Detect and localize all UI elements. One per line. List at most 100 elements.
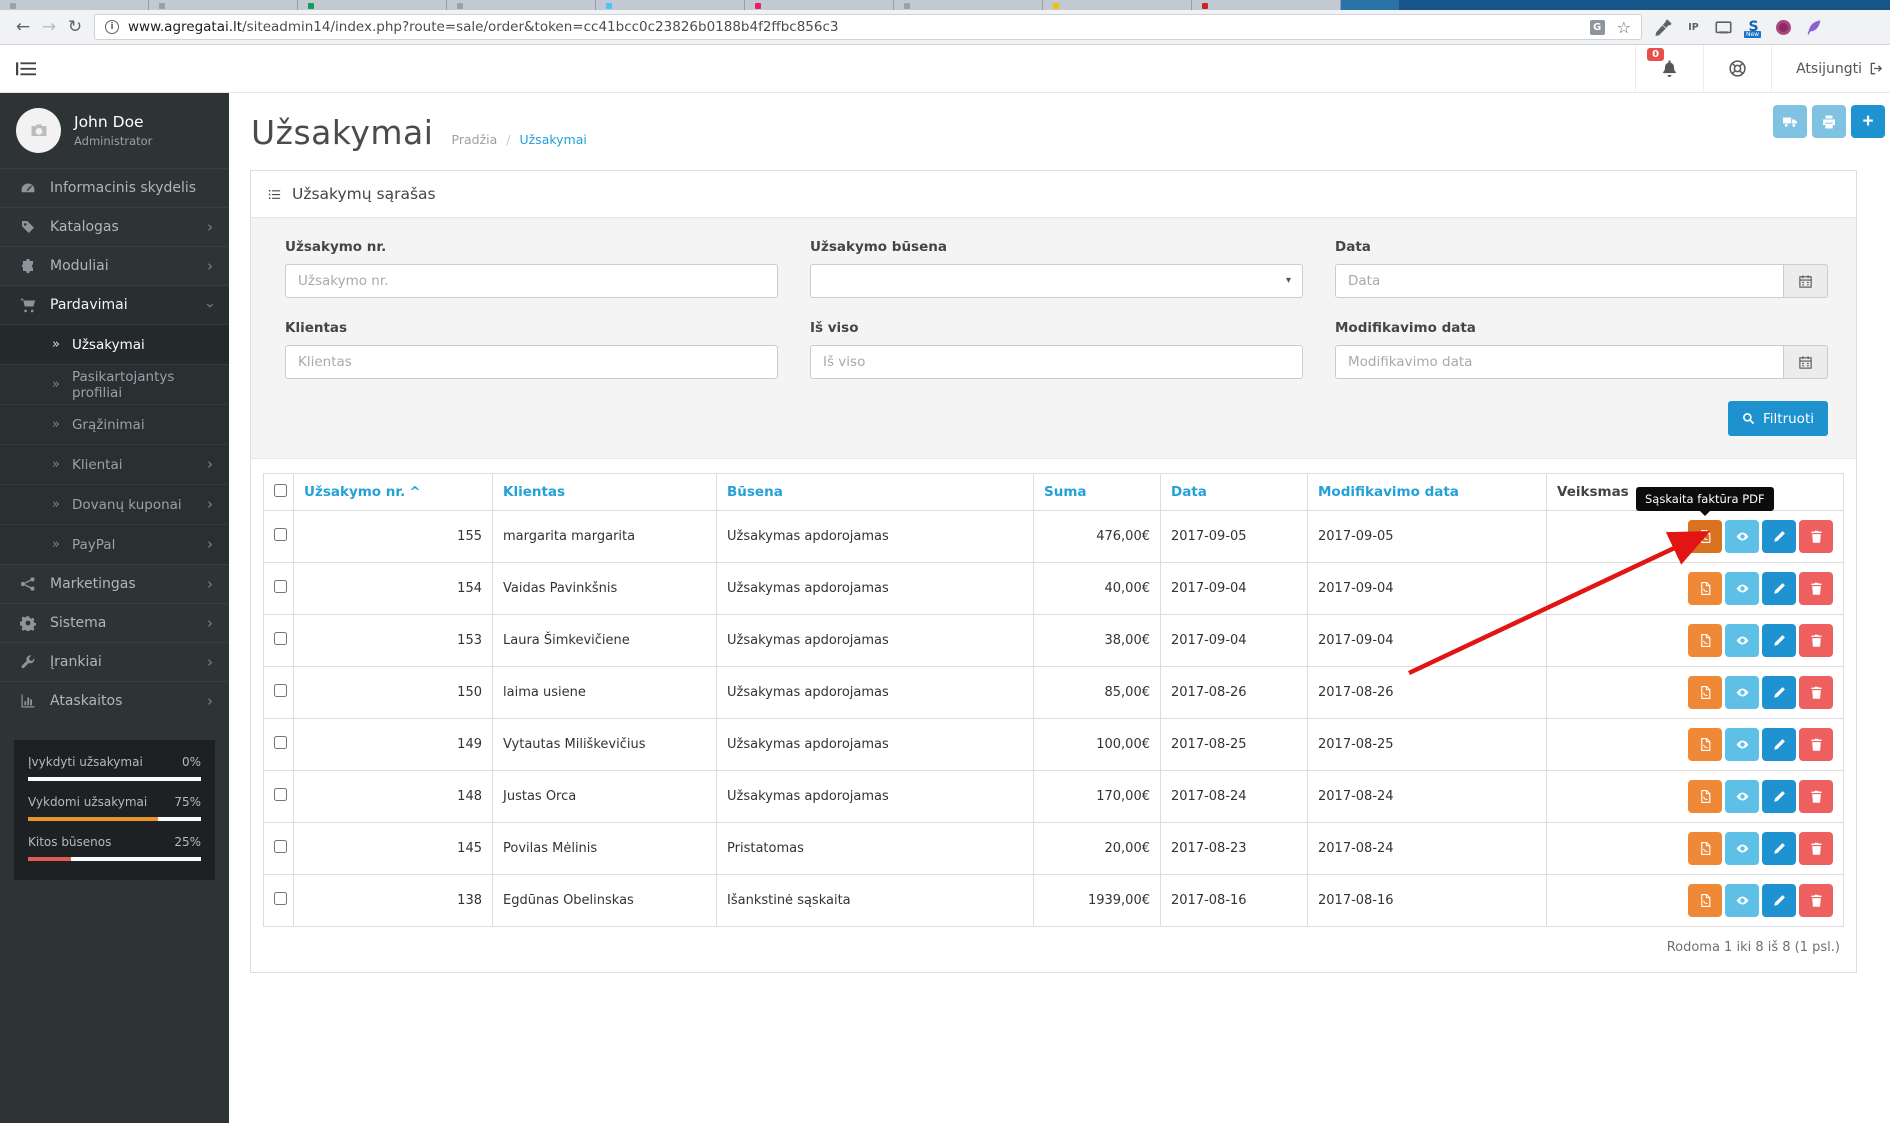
delete-order-button[interactable] xyxy=(1799,832,1833,865)
edit-order-button[interactable] xyxy=(1762,884,1796,917)
column-header-date[interactable]: Data xyxy=(1160,473,1308,511)
column-header-nr[interactable]: Užsakymo nr. ^ xyxy=(293,473,493,511)
view-order-button[interactable] xyxy=(1725,884,1759,917)
row-checkbox[interactable] xyxy=(274,684,287,697)
delete-order-button[interactable] xyxy=(1799,624,1833,657)
ip-extension-icon[interactable]: IP xyxy=(1685,19,1702,36)
sidebar-item-dashboard[interactable]: Informacinis skydelis xyxy=(0,168,229,207)
page-info-icon[interactable]: i xyxy=(105,20,119,34)
support-button[interactable] xyxy=(1703,45,1771,92)
invoice-pdf-button[interactable] xyxy=(1688,728,1722,761)
delete-order-button[interactable] xyxy=(1799,728,1833,761)
sidebar-item-modules[interactable]: Moduliai › xyxy=(0,246,229,285)
sidebar-subitem-vouchers[interactable]: » Dovanų kuponai › xyxy=(0,484,229,524)
breadcrumb-home[interactable]: Pradžia xyxy=(452,132,498,147)
browser-refresh-button[interactable]: ↻ xyxy=(62,14,88,40)
shipping-list-button[interactable] xyxy=(1773,105,1807,138)
sidebar-subitem-orders[interactable]: » Užsakymai xyxy=(0,324,229,364)
delete-order-button[interactable] xyxy=(1799,780,1833,813)
browser-tab[interactable] xyxy=(1192,0,1341,10)
sidebar-item-reports[interactable]: Ataskaitos › xyxy=(0,681,229,720)
edit-order-button[interactable] xyxy=(1762,676,1796,709)
sidebar-item-sales[interactable]: Pardavimai › xyxy=(0,285,229,324)
row-checkbox[interactable] xyxy=(274,528,287,541)
delete-order-button[interactable] xyxy=(1799,520,1833,553)
edit-order-button[interactable] xyxy=(1762,832,1796,865)
edit-order-button[interactable] xyxy=(1762,728,1796,761)
browser-forward-button[interactable]: → xyxy=(36,14,62,40)
sidebar-subitem-customers[interactable]: » Klientai › xyxy=(0,444,229,484)
notifications-button[interactable]: 0 xyxy=(1635,45,1703,92)
column-header-status[interactable]: Būsena xyxy=(716,473,1034,511)
delete-order-button[interactable] xyxy=(1799,884,1833,917)
calendar-button[interactable] xyxy=(1784,345,1828,379)
invoice-pdf-button[interactable] xyxy=(1688,572,1722,605)
select-all-checkbox[interactable] xyxy=(274,483,287,497)
view-order-button[interactable] xyxy=(1725,624,1759,657)
edit-order-button[interactable] xyxy=(1762,520,1796,553)
eyedropper-extension-icon[interactable] xyxy=(1655,18,1672,36)
sidebar-toggle-icon[interactable] xyxy=(16,61,36,77)
invoice-pdf-button[interactable] xyxy=(1688,520,1722,553)
sidebar-item-tools[interactable]: Įrankiai › xyxy=(0,642,229,681)
sidebar-item-system[interactable]: Sistema › xyxy=(0,603,229,642)
edit-order-button[interactable] xyxy=(1762,624,1796,657)
sidebar-item-marketing[interactable]: Marketingas › xyxy=(0,564,229,603)
column-header-customer[interactable]: Klientas xyxy=(492,473,717,511)
browser-tab[interactable] xyxy=(1341,0,1399,10)
view-order-button[interactable] xyxy=(1725,728,1759,761)
edit-order-button[interactable] xyxy=(1762,780,1796,813)
view-order-button[interactable] xyxy=(1725,676,1759,709)
column-header-modified[interactable]: Modifikavimo data xyxy=(1307,473,1547,511)
row-checkbox[interactable] xyxy=(274,840,287,853)
calendar-button[interactable] xyxy=(1784,264,1828,298)
cast-extension-icon[interactable] xyxy=(1715,19,1732,36)
row-checkbox[interactable] xyxy=(274,632,287,645)
browser-tab[interactable] xyxy=(596,0,745,10)
add-order-button[interactable]: + xyxy=(1851,105,1885,138)
browser-tab[interactable] xyxy=(447,0,596,10)
filter-modified-input[interactable] xyxy=(1335,345,1784,379)
filter-total-input[interactable] xyxy=(810,345,1303,379)
view-order-button[interactable] xyxy=(1725,832,1759,865)
filter-date-input[interactable] xyxy=(1335,264,1784,298)
filter-order-nr-input[interactable] xyxy=(285,264,778,298)
view-order-button[interactable] xyxy=(1725,780,1759,813)
browser-tab[interactable] xyxy=(298,0,447,10)
translate-icon[interactable]: G xyxy=(1589,19,1605,35)
delete-order-button[interactable] xyxy=(1799,676,1833,709)
sidebar-item-catalog[interactable]: Katalogas › xyxy=(0,207,229,246)
sidebar-subitem-returns[interactable]: » Grąžinimai xyxy=(0,404,229,444)
sidebar-subitem-paypal[interactable]: » PayPal › xyxy=(0,524,229,564)
browser-tab[interactable] xyxy=(894,0,1043,10)
row-checkbox[interactable] xyxy=(274,736,287,749)
column-header-total[interactable]: Suma xyxy=(1033,473,1161,511)
sidebar-subitem-recurring[interactable]: » Pasikartojantys profiliai xyxy=(0,364,229,404)
snew-extension-icon[interactable]: S New xyxy=(1744,19,1762,38)
filter-status-select[interactable] xyxy=(810,264,1303,298)
filter-customer-input[interactable] xyxy=(285,345,778,379)
row-checkbox[interactable] xyxy=(274,788,287,801)
filter-button[interactable]: Filtruoti xyxy=(1728,401,1828,436)
color-circle-extension-icon[interactable] xyxy=(1775,19,1792,36)
browser-tab[interactable] xyxy=(149,0,298,10)
address-bar[interactable]: i www.agregatai.lt/siteadmin14/index.php… xyxy=(94,14,1642,40)
browser-back-button[interactable]: ← xyxy=(10,14,36,40)
feather-extension-icon[interactable] xyxy=(1805,19,1822,36)
row-checkbox[interactable] xyxy=(274,580,287,593)
invoice-pdf-button[interactable] xyxy=(1688,884,1722,917)
logout-button[interactable]: Atsijungti xyxy=(1771,45,1890,92)
edit-order-button[interactable] xyxy=(1762,572,1796,605)
print-invoice-button[interactable] xyxy=(1812,105,1846,138)
invoice-pdf-button[interactable] xyxy=(1688,676,1722,709)
invoice-pdf-button[interactable] xyxy=(1688,624,1722,657)
view-order-button[interactable] xyxy=(1725,572,1759,605)
bookmark-star-icon[interactable]: ☆ xyxy=(1617,18,1631,37)
view-order-button[interactable] xyxy=(1725,520,1759,553)
invoice-pdf-button[interactable] xyxy=(1688,832,1722,865)
browser-tab[interactable] xyxy=(745,0,894,10)
row-checkbox[interactable] xyxy=(274,892,287,905)
delete-order-button[interactable] xyxy=(1799,572,1833,605)
invoice-pdf-button[interactable] xyxy=(1688,780,1722,813)
browser-tab[interactable] xyxy=(0,0,149,10)
